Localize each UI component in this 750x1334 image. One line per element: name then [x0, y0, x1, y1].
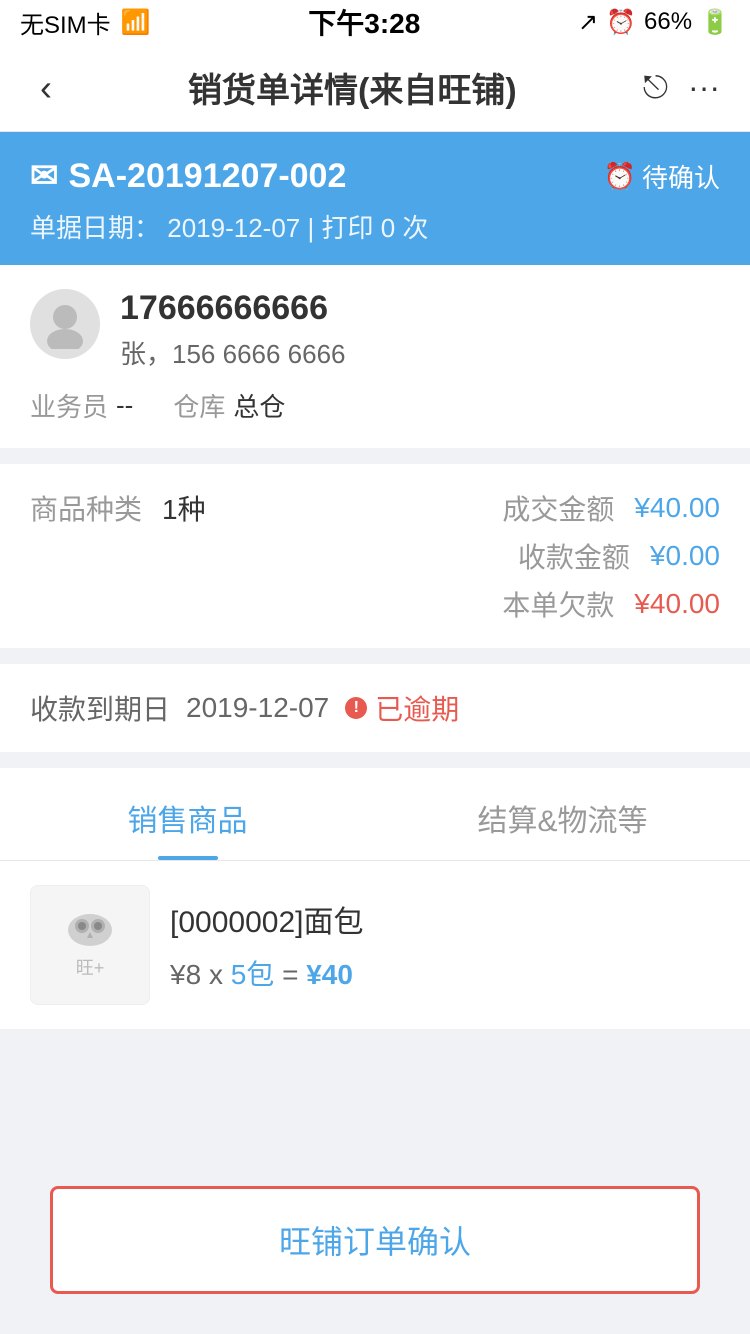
- sales-meta: 业务员 --: [30, 387, 133, 424]
- summary-card: 商品种类 1种 成交金额 ¥40.00 收款金额 ¥0.00 本单欠款 ¥40.…: [0, 464, 750, 648]
- deal-amount-value: ¥40.00: [634, 492, 720, 524]
- back-button[interactable]: ‹: [30, 57, 62, 119]
- product-price: ¥8 x 5包 = ¥40: [170, 953, 720, 993]
- status-clock-icon: ⏰: [604, 161, 636, 192]
- time-label: 下午3:28: [308, 2, 420, 42]
- received-amount-row: 收款金额 ¥0.00: [518, 536, 720, 576]
- price-qty: 5包: [231, 959, 275, 990]
- order-status: ⏰ 待确认: [604, 158, 720, 195]
- deal-amount-row: 成交金额 ¥40.00: [502, 488, 720, 528]
- tab-settlement[interactable]: 结算&物流等: [375, 768, 750, 860]
- separator: |: [307, 213, 321, 243]
- overdue-icon: !: [345, 697, 367, 719]
- brand-plus: 旺+: [76, 954, 105, 980]
- tab-settlement-label: 结算&物流等: [477, 805, 647, 838]
- order-number: ✉ SA-20191207-002: [30, 156, 346, 196]
- customer-info: 17666666666 张，156 6666 6666: [30, 289, 720, 371]
- price-equals: =: [282, 959, 306, 990]
- tab-sales-label: 销售商品: [128, 805, 248, 838]
- product-type-label: 商品种类: [30, 488, 142, 528]
- status-bar-right: ↗ ⏰ 66% 🔋: [578, 8, 730, 37]
- received-amount-label: 收款金额: [518, 536, 630, 576]
- summary-left: 商品种类 1种: [30, 488, 206, 528]
- order-header-top: ✉ SA-20191207-002 ⏰ 待确认: [30, 156, 720, 196]
- customer-card: 17666666666 张，156 6666 6666 业务员 -- 仓库 总仓: [0, 265, 750, 448]
- status-bar: 无SIM卡 📶 下午3:28 ↗ ⏰ 66% 🔋: [0, 0, 750, 44]
- price-value: ¥8: [170, 959, 201, 990]
- due-date-label: 收款到期日: [30, 688, 170, 728]
- product-image: 旺+: [30, 885, 150, 1005]
- product-info: [0000002]面包 ¥8 x 5包 = ¥40: [170, 897, 720, 993]
- location-icon: ↗: [578, 8, 598, 37]
- customer-details: 17666666666 张，156 6666 6666: [120, 289, 720, 371]
- overdue-badge: ! 已逾期: [345, 688, 459, 728]
- table-row: 旺+ [0000002]面包 ¥8 x 5包 = ¥40: [0, 861, 750, 1029]
- tab-sales-products[interactable]: 销售商品: [0, 768, 375, 860]
- battery-label: 66%: [644, 8, 692, 36]
- summary-right: 成交金额 ¥40.00 收款金额 ¥0.00 本单欠款 ¥40.00: [502, 488, 720, 624]
- alarm-icon: ⏰: [606, 8, 636, 37]
- tabs-bar: 销售商品 结算&物流等: [0, 768, 750, 861]
- customer-name: 张，156 6666 6666: [120, 334, 720, 371]
- product-name: [0000002]面包: [170, 897, 720, 941]
- warehouse-label: 仓库: [173, 387, 225, 424]
- carrier-label: 无SIM卡: [20, 5, 111, 40]
- order-date-row: 单据日期： 2019-12-07 | 打印 0 次: [30, 208, 720, 245]
- warehouse-meta: 仓库 总仓: [173, 387, 285, 424]
- owed-amount-label: 本单欠款: [502, 584, 614, 624]
- customer-meta: 业务员 -- 仓库 总仓: [30, 387, 720, 424]
- due-date-value: 2019-12-07: [186, 692, 329, 724]
- status-text: 待确认: [642, 158, 720, 195]
- product-list: 旺+ [0000002]面包 ¥8 x 5包 = ¥40: [0, 861, 750, 1029]
- deal-amount-label: 成交金额: [502, 488, 614, 528]
- page-title: 销货单详情(来自旺铺): [62, 63, 643, 112]
- order-icon: ✉: [30, 156, 59, 196]
- battery-icon: 🔋: [700, 8, 730, 37]
- customer-phone: 17666666666: [120, 289, 720, 328]
- more-button[interactable]: ···: [688, 69, 720, 106]
- avatar: [30, 289, 100, 359]
- bottom-button-container: 旺铺订单确认: [50, 1186, 700, 1294]
- order-date-value: 2019-12-07: [167, 213, 300, 243]
- sales-label: 业务员: [30, 387, 108, 424]
- overdue-text: 已逾期: [375, 688, 459, 728]
- product-image-inner: 旺+: [60, 910, 120, 980]
- warehouse-value: 总仓: [233, 387, 285, 424]
- owed-amount-value: ¥40.00: [634, 588, 720, 620]
- price-total: ¥40: [306, 959, 353, 990]
- price-multiply: x: [209, 959, 231, 990]
- confirm-order-button[interactable]: 旺铺订单确认: [50, 1186, 700, 1294]
- nav-actions: ⎋ ···: [643, 69, 720, 107]
- nav-bar: ‹ 销货单详情(来自旺铺) ⎋ ···: [0, 44, 750, 132]
- status-bar-left: 无SIM卡 📶: [20, 5, 151, 40]
- date-label: 单据日期：: [30, 213, 160, 243]
- order-header: ✉ SA-20191207-002 ⏰ 待确认 单据日期： 2019-12-07…: [0, 132, 750, 265]
- print-info: 打印 0 次: [321, 213, 428, 243]
- order-number-text: SA-20191207-002: [69, 157, 347, 196]
- received-amount-value: ¥0.00: [650, 540, 720, 572]
- owed-amount-row: 本单欠款 ¥40.00: [502, 584, 720, 624]
- product-type-value: 1种: [162, 488, 206, 528]
- due-date-card: 收款到期日 2019-12-07 ! 已逾期: [0, 664, 750, 752]
- share-button[interactable]: ⎋: [643, 69, 668, 107]
- sales-value: --: [116, 390, 133, 421]
- wifi-icon: 📶: [121, 8, 151, 37]
